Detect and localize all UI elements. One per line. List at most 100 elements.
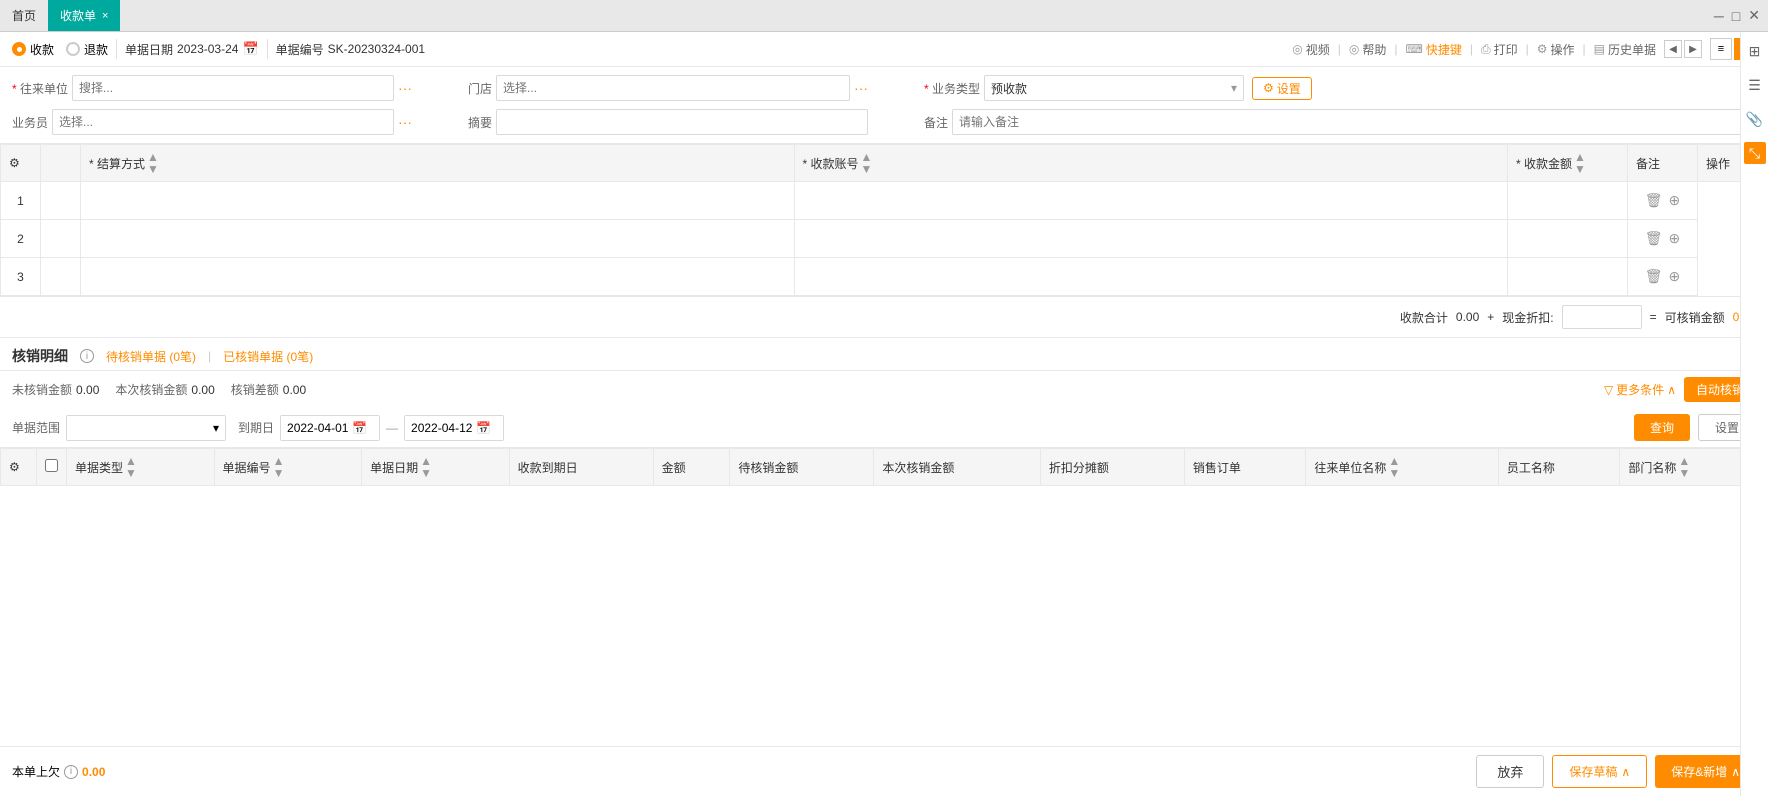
row-1-account[interactable]	[81, 182, 795, 220]
doc-value: SK-20230324-001	[328, 42, 425, 56]
partner-input[interactable]	[72, 75, 394, 101]
employee-input[interactable]	[52, 109, 394, 135]
help-icon: ◎	[1349, 42, 1359, 56]
data-table-container: ⚙ * 结算方式 ▲▼ * 收款账号 ▲▼	[0, 144, 1768, 297]
delete-row-3-icon[interactable]: 🗑	[1645, 268, 1663, 285]
col-settings-header[interactable]: ⚙	[1, 145, 41, 182]
maximize-icon[interactable]: □	[1732, 8, 1740, 24]
nav-prev[interactable]: ◀	[1664, 40, 1682, 58]
tab-home[interactable]: 首页	[0, 0, 48, 31]
row-2-settle[interactable]	[41, 220, 81, 258]
store-input[interactable]	[496, 75, 850, 101]
row-3-note[interactable]	[1508, 258, 1628, 296]
sidebar-list-icon[interactable]: ☰	[1744, 74, 1766, 96]
divider-1	[116, 39, 117, 59]
sort-partner-icon[interactable]: ▲▼	[1388, 455, 1400, 479]
employee-more-icon[interactable]: ···	[398, 114, 412, 130]
verify-stats: 未核销金额 0.00 本次核销金额 0.00 核销差额 0.00 ▽ 更多条件 …	[0, 371, 1768, 408]
biz-type-select[interactable]: 预收款 ▾	[984, 75, 1244, 101]
row-1-amount[interactable]	[794, 182, 1508, 220]
copy-row-3-icon[interactable]: ⊕	[1669, 268, 1681, 285]
range-select[interactable]: ▾	[66, 415, 226, 441]
verify-info-icon[interactable]: i	[80, 349, 94, 363]
save-draft-btn[interactable]: 保存草稿 ∧	[1552, 755, 1647, 788]
delete-row-1-icon[interactable]: 🗑	[1645, 192, 1663, 209]
help-btn[interactable]: ◎ 帮助	[1349, 41, 1387, 58]
minimize-icon[interactable]: ─	[1714, 8, 1724, 24]
bt-col-doc-no: 单据编号▲▼	[214, 449, 362, 486]
row-2-amount[interactable]	[794, 220, 1508, 258]
sort-amount-icon[interactable]: ▲▼	[1574, 151, 1586, 175]
operate-btn[interactable]: ⚙ 操作	[1537, 41, 1575, 58]
select-all-checkbox[interactable]	[45, 459, 58, 472]
sort-account-icon[interactable]: ▲▼	[861, 151, 873, 175]
radio-receipt[interactable]: 收款	[12, 41, 54, 58]
date-filter: 到期日 2022-04-01 📅 — 2022-04-12 📅	[238, 415, 504, 441]
row-3-amount[interactable]	[794, 258, 1508, 296]
print-btn[interactable]: ⎙ 打印	[1481, 41, 1518, 58]
date-to-input[interactable]: 2022-04-12 📅	[404, 415, 504, 441]
pending-count: 0笔	[173, 350, 192, 364]
history-btn[interactable]: ▤ 历史单据	[1594, 41, 1656, 58]
stat-diff-label: 核销差额	[231, 381, 279, 398]
note-input[interactable]	[952, 109, 1756, 135]
sidebar-attach-icon[interactable]: 📎	[1744, 108, 1766, 130]
copy-row-2-icon[interactable]: ⊕	[1669, 230, 1681, 247]
tab-close-icon[interactable]: ×	[102, 10, 108, 22]
row-1-note[interactable]	[1508, 182, 1628, 220]
pending-tab-label: 待核销单据	[106, 350, 166, 364]
stat-diff: 核销差额 0.00	[231, 381, 306, 398]
plus-sign: +	[1487, 310, 1494, 324]
nav-next[interactable]: ▶	[1684, 40, 1702, 58]
store-label: 门店	[468, 80, 492, 97]
col-num-header	[41, 145, 81, 182]
delete-row-2-icon[interactable]: 🗑	[1645, 230, 1663, 247]
row-2-note[interactable]	[1508, 220, 1628, 258]
calendar-icon[interactable]: 📅	[242, 41, 258, 57]
close-icon[interactable]: ✕	[1748, 7, 1760, 24]
history-icon: ▤	[1594, 42, 1605, 56]
chevron-down-icon: ▾	[1231, 81, 1237, 95]
radio-refund[interactable]: 退款	[66, 41, 108, 58]
note-field: 备注	[924, 109, 1756, 135]
sort-doc-type-icon[interactable]: ▲▼	[125, 455, 137, 479]
sort-doc-no-icon[interactable]: ▲▼	[273, 455, 285, 479]
done-tab[interactable]: 已核销单据 (0笔)	[223, 348, 313, 365]
bt-col-settings[interactable]: ⚙	[1, 449, 37, 486]
query-btn[interactable]: 查询	[1634, 414, 1690, 441]
nav-arrows: ◀ ▶	[1664, 40, 1702, 58]
sort-dept-icon[interactable]: ▲▼	[1678, 455, 1690, 479]
row-3-account[interactable]	[81, 258, 795, 296]
date-from-input[interactable]: 2022-04-01 📅	[280, 415, 380, 441]
help-label: 帮助	[1362, 41, 1386, 58]
discount-input[interactable]	[1562, 305, 1642, 329]
sort-settle-icon[interactable]: ▲▼	[147, 151, 159, 175]
setting-button[interactable]: ⚙ 设置	[1252, 77, 1312, 100]
stat-this-verify: 本次核销金额 0.00	[115, 381, 214, 398]
partner-more-icon[interactable]: ···	[398, 80, 412, 96]
shortcut-btn[interactable]: ⌨ 快捷键	[1406, 41, 1462, 58]
sort-doc-date-icon[interactable]: ▲▼	[420, 455, 432, 479]
toolbar-right: ◎ 视频 | ◎ 帮助 | ⌨ 快捷键 | ⎙ 打印 | ⚙ 操作 |	[1292, 38, 1756, 60]
form-section: 往来单位 ··· 门店 ··· 业务类型 预收款 ▾ ⚙ 设置	[0, 67, 1768, 144]
sidebar-expand-icon[interactable]: ⤡	[1744, 142, 1766, 164]
abandon-btn[interactable]: 放弃	[1476, 755, 1544, 788]
more-filter-btn[interactable]: ▽ 更多条件 ∧	[1604, 381, 1676, 398]
store-more-icon[interactable]: ···	[854, 80, 868, 96]
copy-row-1-icon[interactable]: ⊕	[1669, 192, 1681, 209]
sidebar-table-icon[interactable]: ⊞	[1744, 40, 1766, 62]
partner-label: 往来单位	[12, 80, 68, 97]
bt-col-checkbox[interactable]	[37, 449, 67, 486]
verify-section: 核销明细 i 待核销单据 (0笔) | 已核销单据 (0笔) 未核销金额 0.0…	[0, 338, 1768, 746]
info-icon2[interactable]: i	[64, 765, 78, 779]
video-btn[interactable]: ◎ 视频	[1292, 41, 1330, 58]
summary-input[interactable]	[496, 109, 868, 135]
row-1-settle[interactable]	[41, 182, 81, 220]
tab-receipt[interactable]: 收款单 ×	[48, 0, 120, 31]
row-3-settle[interactable]	[41, 258, 81, 296]
pending-tab[interactable]: 待核销单据 (0笔)	[106, 348, 196, 365]
list-view-btn[interactable]: ≡	[1710, 38, 1732, 60]
row-2-account[interactable]	[81, 220, 795, 258]
operate-icon: ⚙	[1537, 42, 1548, 56]
row-3-actions: 🗑 ⊕	[1628, 258, 1698, 296]
